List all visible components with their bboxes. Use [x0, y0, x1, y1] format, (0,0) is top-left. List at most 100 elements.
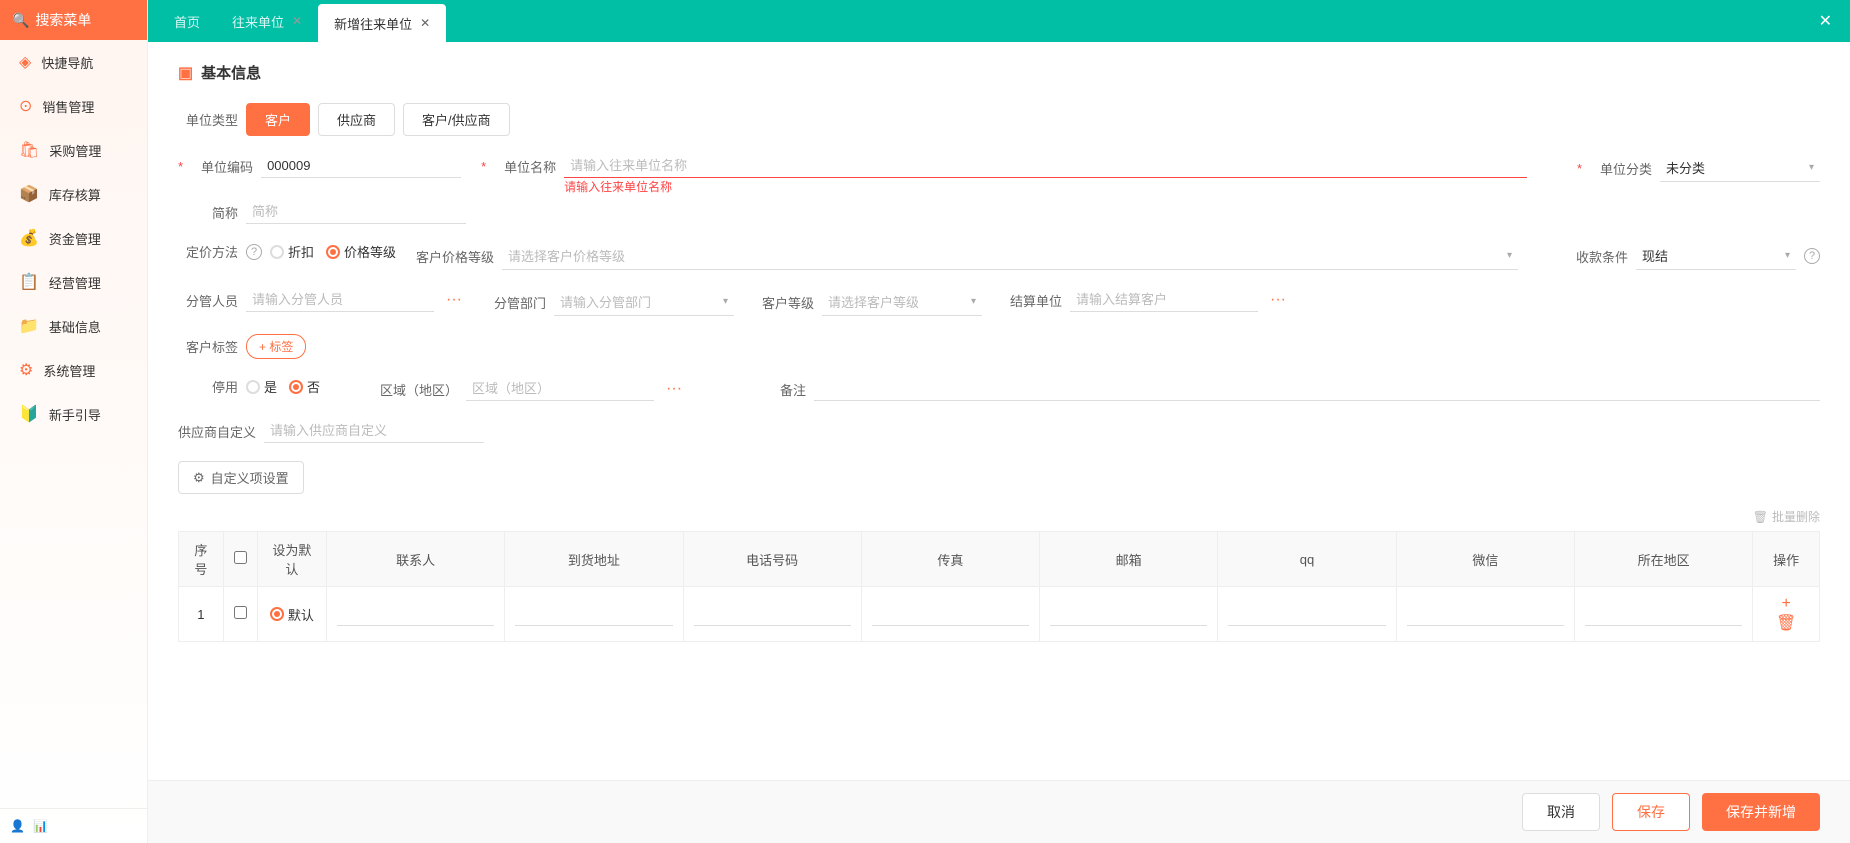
tab-partners-close[interactable]: ✕ [292, 14, 302, 28]
phone-input[interactable] [694, 602, 851, 626]
unit-category-select[interactable]: 未分类 ▾ [1660, 154, 1820, 182]
select-all-checkbox[interactable] [234, 551, 247, 564]
sidebar-item-sales[interactable]: ⊙ 销售管理 [0, 84, 147, 128]
unit-btn-supplier[interactable]: 供应商 [318, 103, 395, 136]
region-table-input[interactable] [1585, 602, 1742, 626]
default-radio[interactable]: 默认 [268, 605, 316, 624]
unit-btn-customer[interactable]: 客户 [246, 103, 310, 136]
radio-discount-label: 折扣 [288, 242, 314, 261]
tab-new-partner[interactable]: 新增往来单位 ✕ [318, 4, 446, 42]
tab-partners[interactable]: 往来单位 ✕ [216, 0, 318, 42]
customer-level-placeholder: 请选择客户等级 [828, 292, 967, 311]
code-name-category-row: * 单位编码 * 单位名称 请输入往来单位名称 * 单位分类 未分类 [178, 154, 1820, 182]
wechat-input[interactable] [1407, 602, 1564, 626]
unit-category-value: 未分类 [1666, 158, 1805, 177]
cell-seq: 1 [179, 587, 224, 642]
guide-icon: 🔰 [19, 404, 39, 424]
region-input[interactable] [466, 377, 654, 401]
supplier-custom-row: 供应商自定义 [178, 419, 1820, 443]
disabled-field: 停用 是 否 [178, 377, 320, 396]
sidebar-item-label: 快捷导航 [41, 53, 93, 72]
sidebar-item-label: 系统管理 [43, 361, 95, 380]
radio-price-level-label: 价格等级 [344, 242, 396, 261]
tab-home[interactable]: 首页 [158, 0, 216, 42]
close-all-tabs[interactable]: ✕ [1811, 7, 1840, 35]
fax-input[interactable] [872, 602, 1029, 626]
payment-terms-select[interactable]: 现结 ▾ [1636, 242, 1796, 270]
sidebar: 🔍 搜索菜单 ◈ 快捷导航 ⊙ 销售管理 🛍 采购管理 📦 库存核算 💰 资金管… [0, 0, 148, 843]
contact-input[interactable] [337, 602, 494, 626]
default-radio-circle [270, 607, 284, 621]
save-new-button[interactable]: 保存并新增 [1702, 793, 1820, 831]
radio-yes[interactable]: 是 [246, 377, 277, 396]
unit-name-wrapper: 请输入往来单位名称 [564, 154, 1527, 178]
cancel-button[interactable]: 取消 [1522, 793, 1600, 831]
batch-delete-area[interactable]: 🗑 批量删除 [178, 508, 1820, 525]
sidebar-item-basic[interactable]: 📁 基础信息 [0, 304, 147, 348]
col-default: 设为默认 [257, 532, 326, 587]
sidebar-item-inventory[interactable]: 📦 库存核算 [0, 172, 147, 216]
department-field: 分管部门 请输入分管部门 ▾ [486, 288, 734, 316]
pricing-method-label: 定价方法 [178, 242, 238, 261]
unit-code-field: * 单位编码 [178, 154, 461, 178]
customer-level-select[interactable]: 请选择客户等级 ▾ [822, 288, 982, 316]
row-checkbox[interactable] [234, 606, 247, 619]
department-select[interactable]: 请输入分管部门 ▾ [554, 288, 734, 316]
qq-input[interactable] [1228, 602, 1386, 626]
unit-code-label: 单位编码 [193, 157, 253, 176]
manager-row: 分管人员 ··· 分管部门 请输入分管部门 ▾ 客户等级 请选择客户等级 ▾ [178, 288, 1820, 316]
customer-price-level-placeholder: 请选择客户价格等级 [508, 246, 1503, 265]
unit-code-wrapper [261, 154, 461, 178]
settlement-unit-input[interactable] [1070, 288, 1258, 312]
customer-price-level-label: 客户价格等级 [416, 247, 494, 266]
radio-discount[interactable]: 折扣 [270, 242, 314, 261]
section-title-label: 基本信息 [201, 62, 261, 83]
alias-input[interactable] [246, 200, 466, 224]
sidebar-item-guide[interactable]: 🔰 新手引导 [0, 392, 147, 436]
form-area: ▣ 基本信息 单位类型 客户 供应商 客户/供应商 * 单位编码 [148, 42, 1850, 780]
address-input[interactable] [515, 602, 672, 626]
delete-row-button[interactable]: 🗑 [1772, 613, 1800, 633]
sidebar-item-purchase[interactable]: 🛍 采购管理 [0, 128, 147, 172]
col-contact: 联系人 [327, 532, 505, 587]
manager-more-btn[interactable]: ··· [442, 291, 466, 309]
sidebar-item-label: 采购管理 [49, 141, 101, 160]
customer-price-level-select[interactable]: 请选择客户价格等级 ▾ [502, 242, 1518, 270]
finance-icon: 💰 [19, 228, 39, 248]
save-button[interactable]: 保存 [1612, 793, 1690, 831]
email-input[interactable] [1050, 602, 1207, 626]
department-label: 分管部门 [486, 293, 546, 312]
radio-no[interactable]: 否 [289, 377, 320, 396]
cell-address [505, 587, 683, 642]
unit-code-input[interactable] [261, 154, 461, 178]
unit-btn-both[interactable]: 客户/供应商 [403, 103, 510, 136]
add-row-button[interactable]: + [1777, 595, 1794, 613]
radio-price-level[interactable]: 价格等级 [326, 242, 396, 261]
pricing-help-icon[interactable]: ? [246, 244, 262, 260]
settlement-more-btn[interactable]: ··· [1266, 291, 1290, 309]
disabled-radio-group: 是 否 [246, 377, 320, 396]
tab-new-partner-close[interactable]: ✕ [420, 16, 430, 30]
unit-name-input[interactable] [564, 154, 1527, 178]
supplier-custom-input[interactable] [264, 419, 484, 443]
sidebar-item-operations[interactable]: 📋 经营管理 [0, 260, 147, 304]
custom-settings-button[interactable]: ⚙ 自定义项设置 [178, 461, 304, 494]
remark-field: 备注 [746, 377, 1820, 401]
sidebar-search[interactable]: 🔍 搜索菜单 [0, 0, 147, 40]
batch-delete-icon: 🗑 [1753, 510, 1768, 524]
unit-category-required: * [1577, 161, 1582, 176]
remark-input[interactable] [814, 377, 1820, 401]
customer-level-field: 客户等级 请选择客户等级 ▾ [754, 288, 982, 316]
sidebar-item-system[interactable]: ⚙ 系统管理 [0, 348, 147, 392]
customer-tag-label: 客户标签 [178, 337, 238, 356]
unit-type-buttons: 客户 供应商 客户/供应商 [246, 103, 510, 136]
add-tag-button[interactable]: + 标签 [246, 334, 306, 359]
region-more-btn[interactable]: ··· [662, 380, 686, 398]
col-email: 邮箱 [1040, 532, 1218, 587]
sidebar-user-icon: 👤 [10, 819, 25, 833]
alias-row: 简称 [178, 200, 1820, 224]
sidebar-item-finance[interactable]: 💰 资金管理 [0, 216, 147, 260]
payment-terms-help[interactable]: ? [1804, 248, 1820, 264]
sidebar-item-quick-nav[interactable]: ◈ 快捷导航 [0, 40, 147, 84]
manager-input[interactable] [246, 288, 434, 312]
